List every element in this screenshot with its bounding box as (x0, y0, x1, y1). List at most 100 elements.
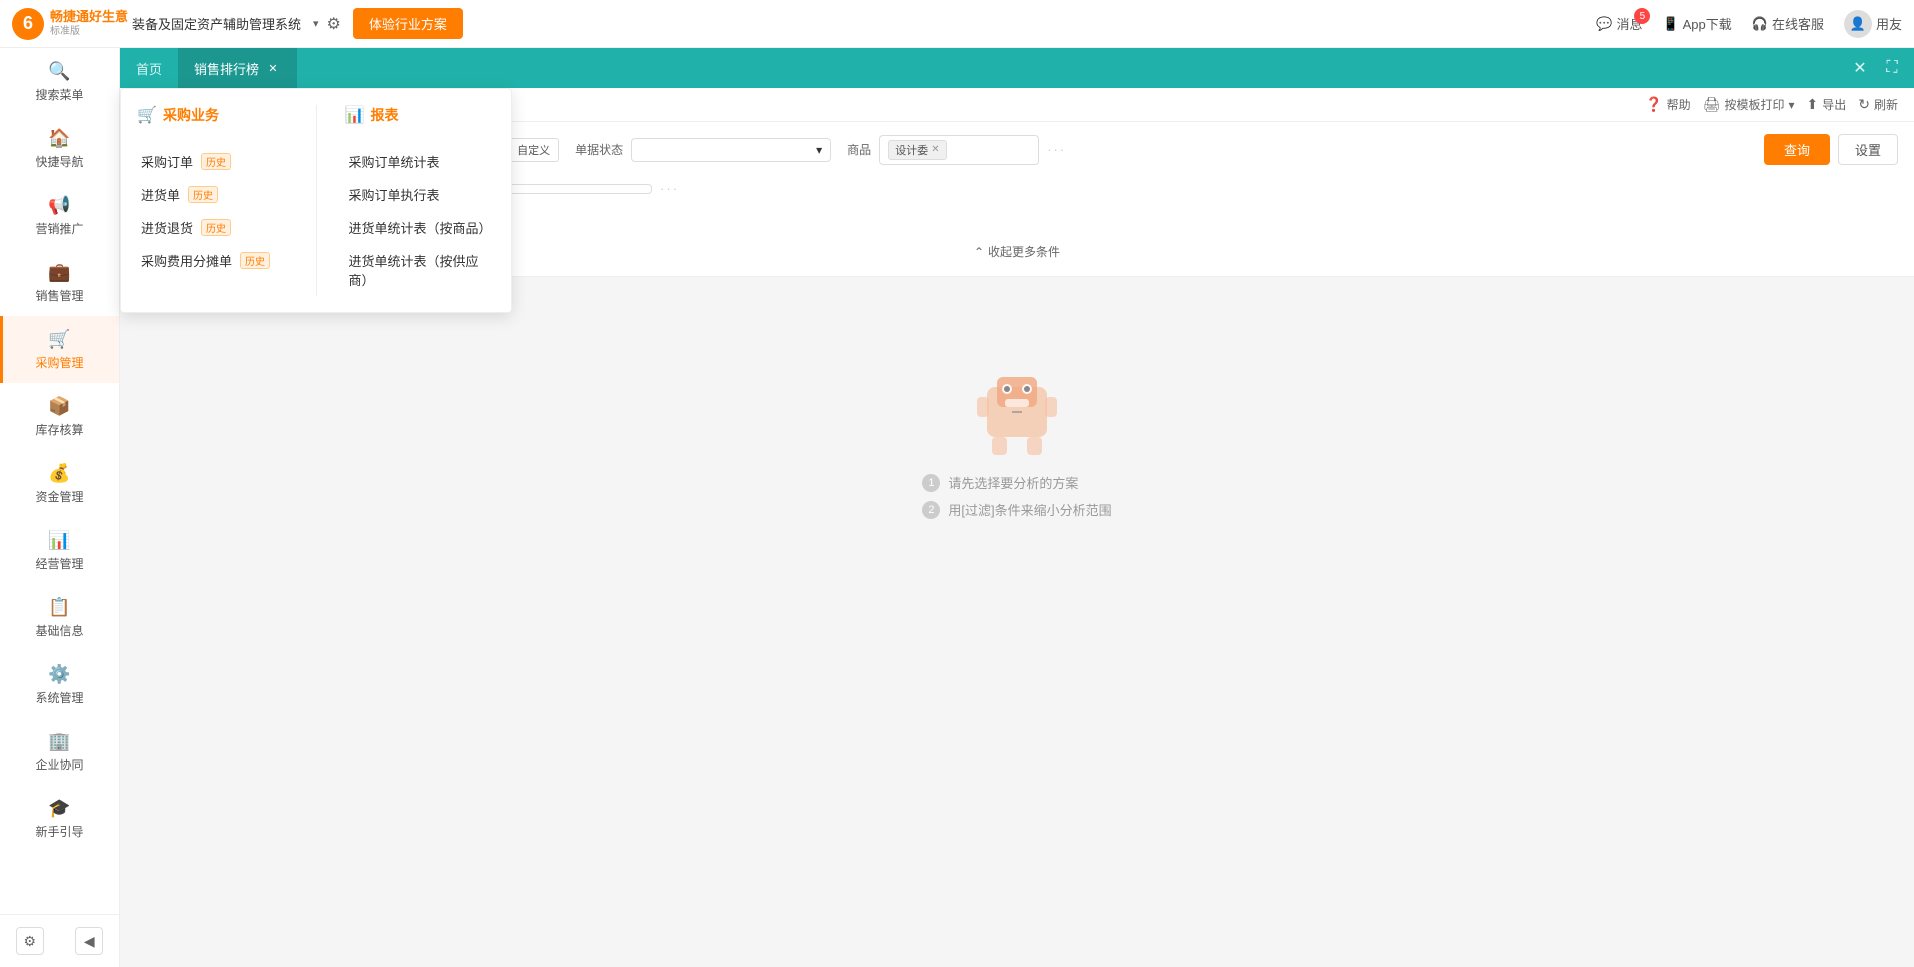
sidebar-item-label-inventory: 库存核算 (35, 421, 83, 438)
tab-close-btn[interactable]: ✕ (1846, 54, 1874, 82)
sidebar-item-search[interactable]: 🔍 搜索菜单 (0, 48, 119, 115)
settings-button[interactable]: 设置 (1838, 134, 1898, 165)
message-btn[interactable]: 💬 消息 5 (1596, 14, 1642, 33)
purchase-dropdown-menu: 🛒 采购业务 采购订单 历史 进货单 历史 进货退货 历史 采购费用分摊单 (120, 88, 512, 313)
help-btn[interactable]: ❓ 帮助 (1645, 96, 1690, 113)
refresh-btn[interactable]: ↻ 刷新 (1858, 96, 1898, 113)
system-title-area: 装备及固定资产辅助管理系统 ▾ ⚙ (132, 14, 341, 34)
goods-label: 商品 (847, 141, 871, 158)
logo-icon: 6 (12, 8, 44, 40)
system-settings-icon[interactable]: ⚙ (327, 14, 341, 34)
report-section: 📊 报表 采购订单统计表 采购订单执行表 进货单统计表（按商品） 进货单统计表（… (345, 105, 496, 296)
sidebar-item-marketing[interactable]: 📢 营销推广 (0, 182, 119, 249)
dropdown-report-2[interactable]: 进货单统计表（按商品） (345, 211, 496, 244)
goods-input[interactable]: 设计委 ✕ (879, 135, 1039, 165)
guide-icon: 🎓 (49, 797, 71, 819)
history-badge-0: 历史 (201, 153, 231, 170)
system-title-text: 装备及固定资产辅助管理系统 (132, 14, 301, 33)
finance-icon: 💰 (49, 462, 71, 484)
salesman-more[interactable]: ··· (660, 181, 679, 196)
dropdown-purchase-expense[interactable]: 采购费用分摊单 历史 (137, 244, 288, 277)
report-section-title: 📊 报表 (345, 105, 496, 133)
dropdown-purchase-order[interactable]: 采购订单 历史 (137, 145, 288, 178)
refresh-label: 刷新 (1874, 96, 1898, 113)
dropdown-report-1[interactable]: 采购订单执行表 (345, 178, 496, 211)
dropdown-report-3-label: 进货单统计表（按供应商） (349, 251, 492, 289)
service-label: 在线客服 (1772, 14, 1824, 33)
system-title-dropdown[interactable]: ▾ (313, 17, 319, 30)
empty-hint-1-text: 请先选择要分析的方案 (948, 473, 1078, 492)
collapse-up-icon: ⌃ (974, 245, 984, 259)
export-icon: ⬆ (1807, 96, 1819, 113)
export-btn[interactable]: ⬆ 导出 (1807, 96, 1847, 113)
inventory-icon: 📦 (49, 395, 71, 417)
dropdown-purchase-inbound[interactable]: 进货单 历史 (137, 178, 288, 211)
purchase-section-title: 🛒 采购业务 (137, 105, 288, 133)
sidebar-item-label-corp: 企业协同 (35, 756, 83, 773)
dropdown-purchase-inbound-label: 进货单 (141, 185, 180, 204)
empty-hint-1: 1 请先选择要分析的方案 (922, 473, 1078, 492)
dropdown-report-0-label: 采购订单统计表 (349, 152, 440, 171)
message-badge: 5 (1634, 8, 1650, 24)
sidebar-item-operation[interactable]: 📊 经营管理 (0, 517, 119, 584)
header-right: 💬 消息 5 📱 App下载 🎧 在线客服 👤 用友 (1596, 10, 1902, 38)
dropdown-divider (316, 105, 317, 296)
doc-status-input[interactable]: ▾ (631, 138, 831, 162)
search-icon: 🔍 (49, 60, 71, 82)
history-badge-3: 历史 (240, 252, 270, 269)
app-icon: 📱 (1662, 16, 1678, 32)
sidebar-item-corp[interactable]: 🏢 企业协同 (0, 718, 119, 785)
purchase-section: 🛒 采购业务 采购订单 历史 进货单 历史 进货退货 历史 采购费用分摊单 (137, 105, 288, 296)
sidebar-collapse-btn[interactable]: ◀ (75, 927, 103, 955)
sidebar-item-inventory[interactable]: 📦 库存核算 (0, 383, 119, 450)
tab-home[interactable]: 首页 (120, 48, 178, 88)
date-custom-btn[interactable]: 自定义 (508, 138, 559, 162)
tab-sales-rank-label: 销售排行榜 (194, 59, 259, 78)
goods-tag-close[interactable]: ✕ (931, 144, 939, 155)
tab-expand-btn[interactable]: ⛶ (1878, 54, 1906, 82)
tab-sales-rank[interactable]: 销售排行榜 ✕ (178, 48, 297, 88)
empty-hint-2-text: 用[过滤]条件来缩小分析范围 (948, 500, 1111, 519)
purchase-icon: 🛒 (49, 328, 71, 350)
dropdown-report-1-label: 采购订单执行表 (349, 185, 440, 204)
sidebar-item-basic[interactable]: 📋 基础信息 (0, 584, 119, 651)
print-icon: 🖨 (1703, 96, 1721, 113)
empty-text: 1 请先选择要分析的方案 2 用[过滤]条件来缩小分析范围 (922, 473, 1111, 519)
purchase-section-label: 采购业务 (163, 105, 219, 125)
user-btn[interactable]: 👤 用友 (1844, 10, 1902, 38)
sidebar-item-label-operation: 经营管理 (35, 555, 83, 572)
tab-close-sales-rank[interactable]: ✕ (265, 60, 281, 76)
avatar: 👤 (1844, 10, 1872, 38)
top-header: 6 畅捷通好生意 标准版 装备及固定资产辅助管理系统 ▾ ⚙ 体验行业方案 💬 … (0, 0, 1914, 48)
app-download-btn[interactable]: 📱 App下载 (1662, 14, 1731, 33)
doc-status-dropdown-icon: ▾ (816, 143, 822, 157)
logo-line1: 畅捷通好生意 (50, 9, 128, 26)
online-service-btn[interactable]: 🎧 在线客服 (1752, 14, 1824, 33)
content-area: 首页 销售排行榜 ✕ ✕ ⛶ ❓ 帮助 🖨 按模板打印 (120, 48, 1914, 967)
user-label: 用友 (1876, 14, 1902, 33)
sidebar-item-purchase[interactable]: 🛒 采购管理 (0, 316, 119, 383)
sidebar-item-guide[interactable]: 🎓 新手引导 (0, 785, 119, 852)
query-button[interactable]: 查询 (1764, 134, 1830, 165)
dropdown-report-3[interactable]: 进货单统计表（按供应商） (345, 244, 496, 296)
sidebar-item-finance[interactable]: 💰 资金管理 (0, 450, 119, 517)
print-btn[interactable]: 🖨 按模板打印 ▾ (1703, 96, 1795, 113)
sidebar-item-label-purchase: 采购管理 (35, 354, 83, 371)
goods-more[interactable]: ··· (1047, 142, 1066, 157)
sidebar-item-sales[interactable]: 💼 销售管理 (0, 249, 119, 316)
tab-home-label: 首页 (136, 59, 162, 78)
sidebar-settings-btn[interactable]: ⚙ (16, 927, 44, 955)
tab-bar: 首页 销售排行榜 ✕ ✕ ⛶ (120, 48, 1914, 88)
dropdown-purchase-return[interactable]: 进货退货 历史 (137, 211, 288, 244)
dropdown-purchase-return-label: 进货退货 (141, 218, 193, 237)
purchase-section-icon: 🛒 (137, 105, 157, 125)
goods-filter: 商品 设计委 ✕ ··· (847, 135, 1066, 165)
print-dropdown-icon: ▾ (1788, 98, 1794, 112)
doc-status-label: 单据状态 (575, 141, 623, 158)
sidebar-item-quick[interactable]: 🏠 快捷导航 (0, 115, 119, 182)
collapse-text: 收起更多条件 (988, 243, 1060, 260)
industry-btn[interactable]: 体验行业方案 (353, 8, 463, 39)
help-icon: ❓ (1645, 96, 1662, 113)
dropdown-report-0[interactable]: 采购订单统计表 (345, 145, 496, 178)
sidebar-item-system[interactable]: ⚙️ 系统管理 (0, 651, 119, 718)
